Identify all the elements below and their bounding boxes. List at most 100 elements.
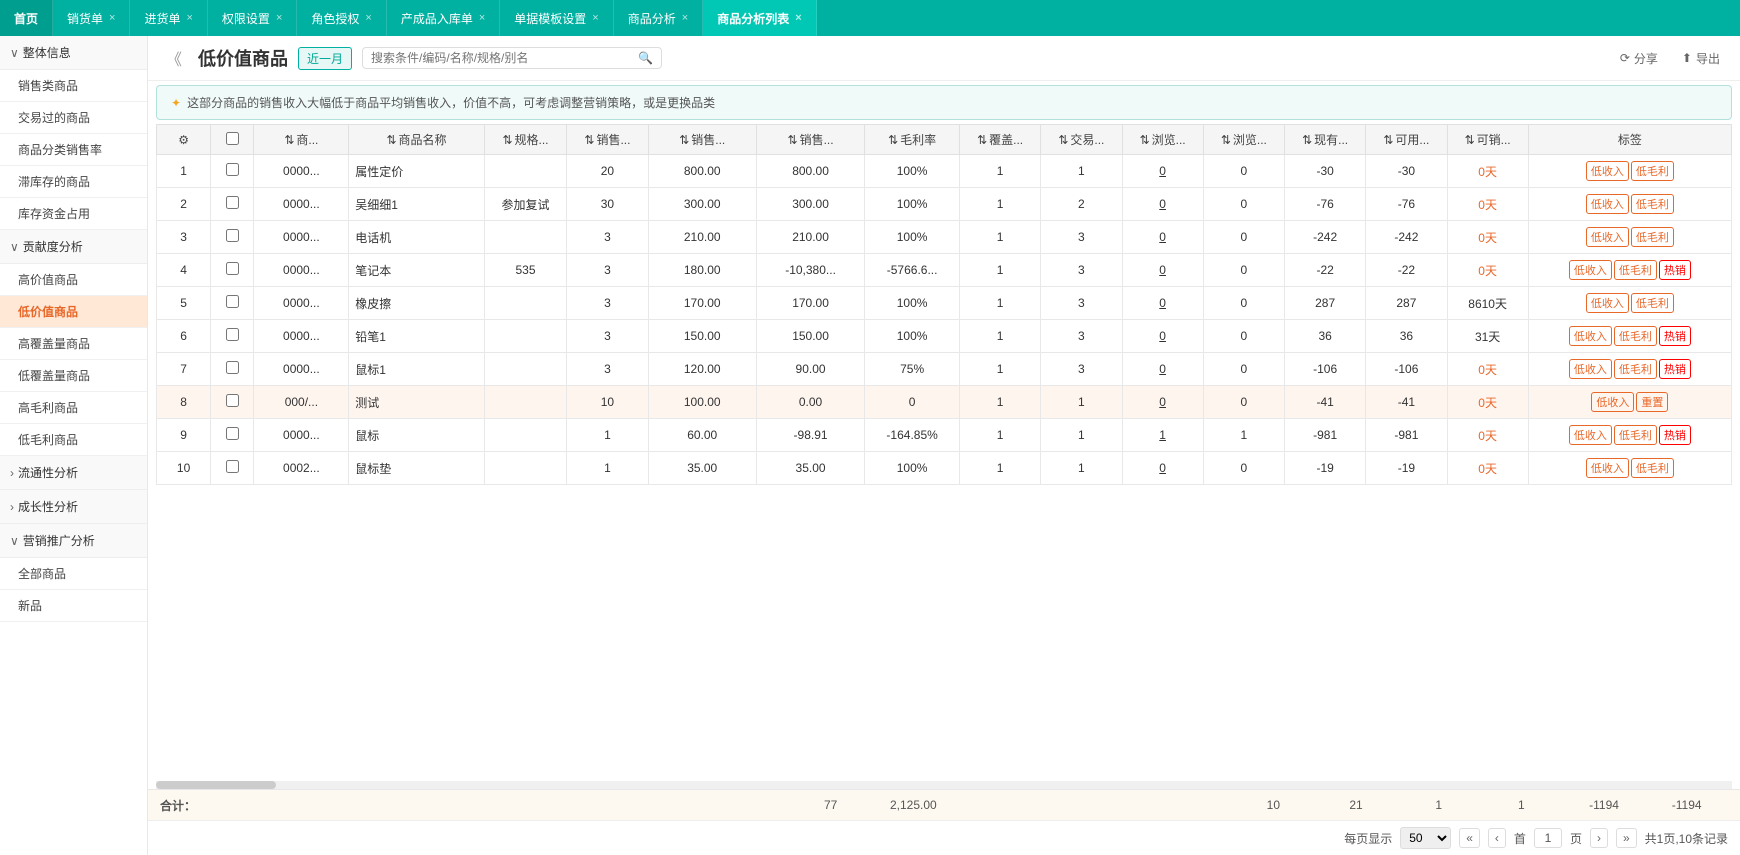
close-icon[interactable]: × xyxy=(592,12,598,24)
row-browse1-link[interactable]: 0 xyxy=(1159,164,1166,178)
sidebar-item-high-profit[interactable]: 高毛利商品 xyxy=(0,392,147,424)
sidebar-group-marketing[interactable]: ∨ 营销推广分析 xyxy=(0,524,147,558)
row-stock: -76 xyxy=(1285,188,1366,221)
row-index: 8 xyxy=(157,386,211,419)
sidebar-item-slow-goods[interactable]: 滞库存的商品 xyxy=(0,166,147,198)
sidebar-item-low-coverage[interactable]: 低覆盖量商品 xyxy=(0,360,147,392)
sidebar-item-sales-goods[interactable]: 销售类商品 xyxy=(0,70,147,102)
prev-page-button[interactable]: ‹ xyxy=(1488,828,1506,848)
sidebar-item-low-value[interactable]: 低价值商品 xyxy=(0,296,147,328)
per-page-select[interactable]: 50 100 200 xyxy=(1400,827,1451,849)
row-trade: 1 xyxy=(1041,419,1122,452)
scrollbar-thumb[interactable] xyxy=(156,781,276,789)
row-checkbox[interactable] xyxy=(226,361,239,374)
sidebar-group-growth[interactable]: › 成长性分析 xyxy=(0,490,147,524)
nav-permission[interactable]: 权限设置 × xyxy=(208,0,297,36)
row-spec xyxy=(484,353,567,386)
row-browse1-link[interactable]: 0 xyxy=(1159,263,1166,277)
sort-icon: ⇅ xyxy=(679,133,689,147)
sidebar-item-low-profit[interactable]: 低毛利商品 xyxy=(0,424,147,456)
th-spec[interactable]: ⇅规格... xyxy=(484,125,567,155)
first-page-button[interactable]: « xyxy=(1459,828,1480,848)
th-sales-amt1[interactable]: ⇅销售... xyxy=(648,125,756,155)
horizontal-scrollbar[interactable] xyxy=(156,781,1732,789)
sidebar-item-traded-goods[interactable]: 交易过的商品 xyxy=(0,102,147,134)
sidebar-group-contribution[interactable]: ∨ 贡献度分析 xyxy=(0,230,147,264)
row-trade: 3 xyxy=(1041,221,1122,254)
th-cover[interactable]: ⇅覆盖... xyxy=(960,125,1041,155)
close-icon[interactable]: × xyxy=(682,12,688,24)
current-page[interactable]: 1 xyxy=(1534,828,1562,848)
sidebar-group-overall[interactable]: ∨ 整体信息 xyxy=(0,36,147,70)
sidebar-item-new-goods[interactable]: 新品 xyxy=(0,590,147,622)
close-icon[interactable]: × xyxy=(479,12,485,24)
row-browse1-link[interactable]: 0 xyxy=(1159,461,1166,475)
close-icon[interactable]: × xyxy=(795,12,801,24)
th-name[interactable]: ⇅商品名称 xyxy=(349,125,484,155)
nav-role[interactable]: 角色授权 × xyxy=(297,0,386,36)
row-browse1-link[interactable]: 0 xyxy=(1159,296,1166,310)
th-trade[interactable]: ⇅交易... xyxy=(1041,125,1122,155)
th-check[interactable] xyxy=(211,125,254,155)
th-sellable[interactable]: ⇅可销... xyxy=(1447,125,1528,155)
row-checkbox[interactable] xyxy=(226,427,239,440)
nav-sales[interactable]: 销货单 × xyxy=(53,0,130,36)
nav-home[interactable]: 首页 xyxy=(0,0,53,36)
nav-analysis[interactable]: 商品分析 × xyxy=(614,0,703,36)
row-checkbox[interactable] xyxy=(226,328,239,341)
th-settings[interactable]: ⚙ xyxy=(157,125,211,155)
row-browse1-link[interactable]: 1 xyxy=(1159,428,1166,442)
row-checkbox[interactable] xyxy=(226,196,239,209)
th-avail[interactable]: ⇅可用... xyxy=(1366,125,1447,155)
sidebar-item-category-rate[interactable]: 商品分类销售率 xyxy=(0,134,147,166)
row-checkbox[interactable] xyxy=(226,229,239,242)
collapse-button[interactable]: 《 xyxy=(160,44,188,72)
nav-purchase[interactable]: 进货单 × xyxy=(130,0,207,36)
row-checkbox[interactable] xyxy=(226,394,239,407)
search-input[interactable] xyxy=(371,51,634,65)
search-icon[interactable]: 🔍 xyxy=(638,51,653,65)
th-sales-qty[interactable]: ⇅销售... xyxy=(567,125,648,155)
row-cover: 1 xyxy=(960,287,1041,320)
next-page-button[interactable]: › xyxy=(1590,828,1608,848)
close-icon[interactable]: × xyxy=(365,12,371,24)
row-sellable-days: 0天 xyxy=(1447,254,1528,287)
th-browse2[interactable]: ⇅浏览... xyxy=(1203,125,1284,155)
row-checkbox[interactable] xyxy=(226,295,239,308)
row-browse1-link[interactable]: 0 xyxy=(1159,197,1166,211)
select-all-checkbox[interactable] xyxy=(226,132,239,145)
row-browse1-link[interactable]: 0 xyxy=(1159,395,1166,409)
share-button[interactable]: ⟳ 分享 xyxy=(1612,46,1666,71)
row-sales-qty: 3 xyxy=(567,353,648,386)
th-browse1[interactable]: ⇅浏览... xyxy=(1122,125,1203,155)
row-sales-amt2: 0.00 xyxy=(756,386,864,419)
sidebar-item-high-value[interactable]: 高价值商品 xyxy=(0,264,147,296)
nav-warehouse[interactable]: 产成品入库单 × xyxy=(387,0,500,36)
sidebar-item-stock-capital[interactable]: 库存资金占用 xyxy=(0,198,147,230)
sidebar-item-high-coverage[interactable]: 高覆盖量商品 xyxy=(0,328,147,360)
th-sales-amt2[interactable]: ⇅销售... xyxy=(756,125,864,155)
last-page-button[interactable]: » xyxy=(1616,828,1637,848)
th-stock[interactable]: ⇅现有... xyxy=(1285,125,1366,155)
row-checkbox[interactable] xyxy=(226,262,239,275)
row-browse1-link[interactable]: 0 xyxy=(1159,362,1166,376)
period-badge[interactable]: 近一月 xyxy=(298,47,352,70)
sidebar-group-flow[interactable]: › 流通性分析 xyxy=(0,456,147,490)
tag-badge: 低毛利 xyxy=(1614,260,1657,280)
export-button[interactable]: ⬆ 导出 xyxy=(1674,46,1728,71)
nav-analysis-list[interactable]: 商品分析列表 × xyxy=(703,0,816,36)
row-browse1-link[interactable]: 0 xyxy=(1159,329,1166,343)
row-gross-rate: 100% xyxy=(865,452,960,485)
sort-icon: ⇅ xyxy=(1302,133,1312,147)
th-tag[interactable]: 标签 xyxy=(1528,125,1731,155)
row-browse1-link[interactable]: 0 xyxy=(1159,230,1166,244)
row-checkbox[interactable] xyxy=(226,460,239,473)
close-icon[interactable]: × xyxy=(276,12,282,24)
nav-template[interactable]: 单据模板设置 × xyxy=(500,0,613,36)
sidebar-item-all-goods[interactable]: 全部商品 xyxy=(0,558,147,590)
row-checkbox[interactable] xyxy=(226,163,239,176)
close-icon[interactable]: × xyxy=(186,12,192,24)
close-icon[interactable]: × xyxy=(109,12,115,24)
th-code[interactable]: ⇅商... xyxy=(254,125,349,155)
th-gross-rate[interactable]: ⇅毛利率 xyxy=(865,125,960,155)
